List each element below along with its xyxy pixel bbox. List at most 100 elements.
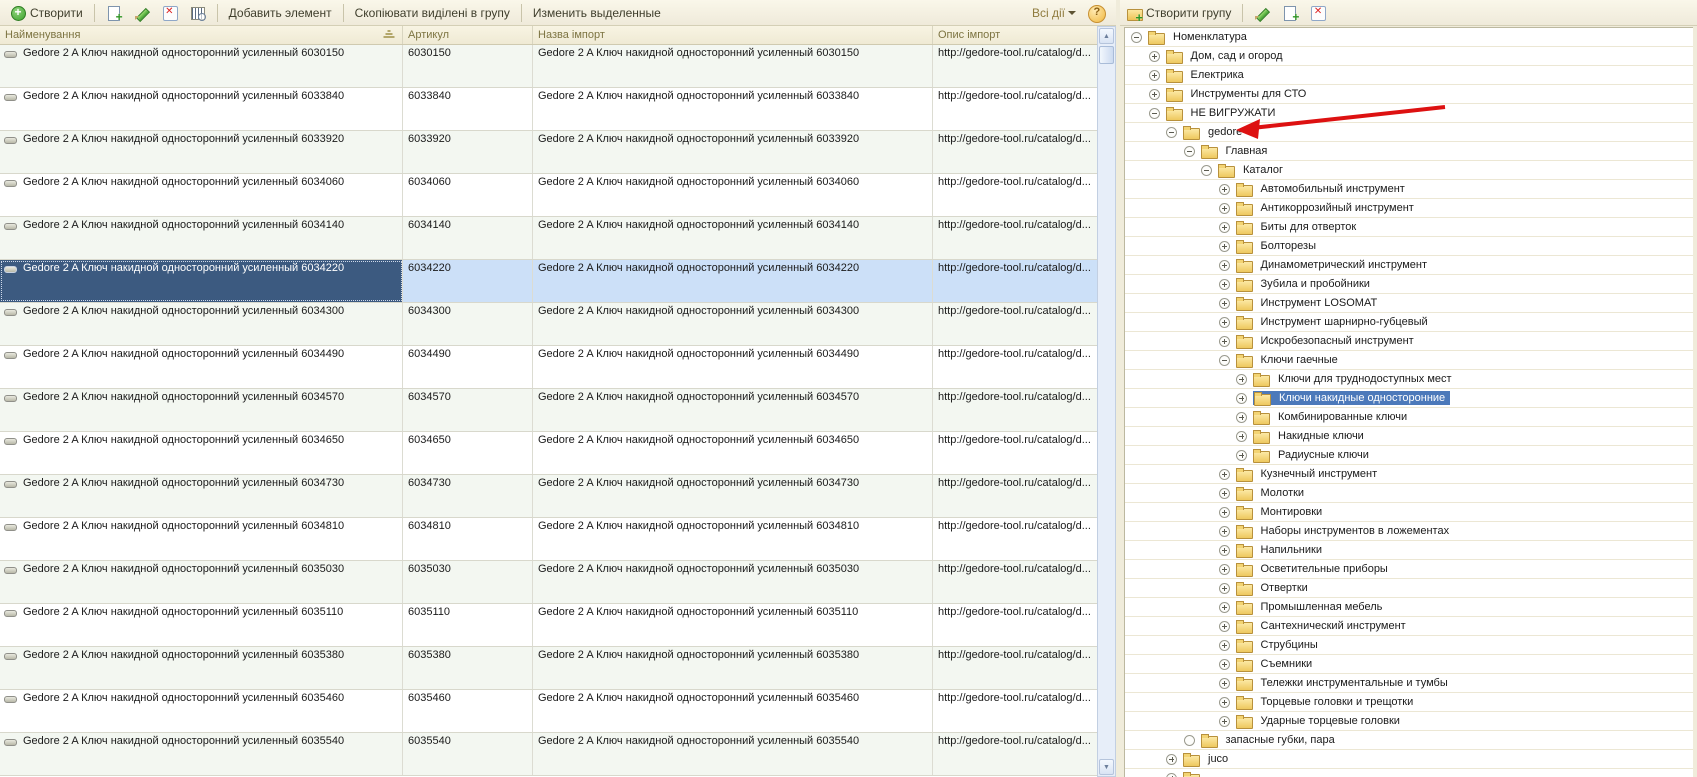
cell-name[interactable]: Gedore 2 A Ключ накидной односторонний у… — [0, 518, 403, 560]
expand-plus-icon[interactable] — [1218, 658, 1230, 670]
edit-item-button[interactable] — [130, 3, 154, 23]
table-row[interactable]: Gedore 2 A Ключ накидной односторонний у… — [0, 518, 1097, 561]
expand-plus-icon[interactable] — [1166, 772, 1177, 777]
tree-item-осветительные-приборы[interactable]: Осветительные приборы — [1125, 560, 1693, 579]
cell-import-desc[interactable]: http://gedore-tool.ru/catalog/d... — [933, 217, 1097, 259]
tree-item-накидные-ключи[interactable]: Накидные ключи — [1125, 427, 1693, 446]
column-header-name[interactable]: Найменування — [0, 26, 403, 44]
cell-import-name[interactable]: Gedore 2 A Ключ накидной односторонний у… — [533, 45, 933, 87]
expand-plus-icon[interactable] — [1218, 620, 1230, 632]
cell-article[interactable]: 6034810 — [403, 518, 533, 560]
panel-splitter[interactable] — [1116, 0, 1120, 777]
tree-item-зубила-и-пробойники[interactable]: Зубила и пробойники — [1125, 275, 1693, 294]
tree-item-номенклатура[interactable]: Номенклатура — [1125, 28, 1693, 47]
cell-article[interactable]: 6034300 — [403, 303, 533, 345]
tree-item-инструмент-шарнирно-губцевый[interactable]: Инструмент шарнирно-губцевый — [1125, 313, 1693, 332]
cell-import-name[interactable]: Gedore 2 A Ключ накидной односторонний у… — [533, 690, 933, 732]
cell-article[interactable]: 6035380 — [403, 647, 533, 689]
cell-import-desc[interactable]: http://gedore-tool.ru/catalog/d... — [933, 88, 1097, 130]
tree-item-монтировки[interactable]: Монтировки — [1125, 503, 1693, 522]
tree-item-отвертки[interactable]: Отвертки — [1125, 579, 1693, 598]
cell-article[interactable]: 6034570 — [403, 389, 533, 431]
tree-item-дом-сад-и-огород[interactable]: Дом, сад и огород — [1125, 47, 1693, 66]
tree-item-молотки[interactable]: Молотки — [1125, 484, 1693, 503]
tree-item-автомобильный-инструмент[interactable]: Автомобильный инструмент — [1125, 180, 1693, 199]
cell-name[interactable]: Gedore 2 A Ключ накидной односторонний у… — [0, 561, 403, 603]
table-row[interactable]: Gedore 2 A Ключ накидной односторонний у… — [0, 346, 1097, 389]
copy-selected-to-group-button[interactable]: Скопіювати виділені в групу — [351, 4, 514, 22]
delete-item-button[interactable] — [158, 3, 182, 23]
cell-article[interactable]: 6034650 — [403, 432, 533, 474]
leaf-circle-icon[interactable] — [1183, 734, 1195, 746]
cell-article[interactable]: 6034220 — [403, 260, 533, 302]
cell-name[interactable]: Gedore 2 A Ключ накидной односторонний у… — [0, 260, 403, 302]
expand-plus-icon[interactable] — [1218, 221, 1230, 233]
cell-import-desc[interactable]: http://gedore-tool.ru/catalog/d... — [933, 690, 1097, 732]
collapse-minus-icon[interactable] — [1183, 145, 1195, 157]
expand-plus-icon[interactable] — [1148, 88, 1160, 100]
tree-item-каталог[interactable]: Каталог — [1125, 161, 1693, 180]
tree-item-запасные-губки-пара[interactable]: запасные губки, пара — [1125, 731, 1693, 750]
create-button[interactable]: Створити — [6, 3, 87, 23]
collapse-minus-icon[interactable] — [1131, 31, 1142, 43]
cell-import-desc[interactable]: http://gedore-tool.ru/catalog/d... — [933, 733, 1097, 775]
table-row[interactable]: Gedore 2 A Ключ накидной односторонний у… — [0, 45, 1097, 88]
cell-import-desc[interactable]: http://gedore-tool.ru/catalog/d... — [933, 518, 1097, 560]
tree-item-съемники[interactable]: Съемники — [1125, 655, 1693, 674]
table-row[interactable]: Gedore 2 A Ключ накидной односторонний у… — [0, 131, 1097, 174]
cell-article[interactable]: 6033920 — [403, 131, 533, 173]
expand-plus-icon[interactable] — [1236, 449, 1247, 461]
cell-import-name[interactable]: Gedore 2 A Ключ накидной односторонний у… — [533, 389, 933, 431]
expand-plus-icon[interactable] — [1218, 487, 1230, 499]
tree-item-ключи-гаечные[interactable]: Ключи гаечные — [1125, 351, 1693, 370]
tree-item-торцевые-головки-и-трещотки[interactable]: Торцевые головки и трещотки — [1125, 693, 1693, 712]
cell-name[interactable]: Gedore 2 A Ключ накидной односторонний у… — [0, 432, 403, 474]
tree-item-искробезопасный-инструмент[interactable]: Искробезопасный инструмент — [1125, 332, 1693, 351]
tree-item-главная[interactable]: Главная — [1125, 142, 1693, 161]
scrollbar-thumb[interactable] — [1099, 46, 1114, 64]
expand-plus-icon[interactable] — [1218, 639, 1230, 651]
table-row[interactable]: Gedore 2 A Ключ накидной односторонний у… — [0, 88, 1097, 131]
cell-article[interactable]: 6030150 — [403, 45, 533, 87]
create-group-button[interactable]: Створити групу — [1122, 3, 1235, 25]
tree-item-инструмент-losomat[interactable]: Инструмент LOSOMAT — [1125, 294, 1693, 313]
cell-import-desc[interactable]: http://gedore-tool.ru/catalog/d... — [933, 475, 1097, 517]
expand-plus-icon[interactable] — [1218, 240, 1230, 252]
expand-plus-icon[interactable] — [1218, 335, 1230, 347]
cell-name[interactable]: Gedore 2 A Ключ накидной односторонний у… — [0, 604, 403, 646]
help-button[interactable] — [1084, 3, 1110, 23]
cell-import-desc[interactable]: http://gedore-tool.ru/catalog/d... — [933, 303, 1097, 345]
table-row[interactable]: Gedore 2 A Ключ накидной односторонний у… — [0, 303, 1097, 346]
expand-plus-icon[interactable] — [1148, 50, 1160, 62]
tree-item-кузнечный-инструмент[interactable]: Кузнечный инструмент — [1125, 465, 1693, 484]
table-row[interactable]: Gedore 2 A Ключ накидной односторонний у… — [0, 432, 1097, 475]
table-row[interactable]: Gedore 2 A Ключ накидной односторонний у… — [0, 217, 1097, 260]
expand-plus-icon[interactable] — [1218, 525, 1230, 537]
cell-name[interactable]: Gedore 2 A Ключ накидной односторонний у… — [0, 647, 403, 689]
cell-import-name[interactable]: Gedore 2 A Ключ накидной односторонний у… — [533, 733, 933, 775]
scroll-up-button[interactable]: ▲ — [1099, 28, 1114, 44]
cell-import-name[interactable]: Gedore 2 A Ключ накидной односторонний у… — [533, 561, 933, 603]
cell-import-name[interactable]: Gedore 2 A Ключ накидной односторонний у… — [533, 432, 933, 474]
cell-import-name[interactable]: Gedore 2 A Ключ накидной односторонний у… — [533, 346, 933, 388]
expand-plus-icon[interactable] — [1218, 696, 1230, 708]
collapse-minus-icon[interactable] — [1218, 354, 1230, 366]
table-row[interactable]: Gedore 2 A Ключ накидной односторонний у… — [0, 733, 1097, 776]
edit-group-button[interactable] — [1250, 3, 1274, 23]
cell-import-name[interactable]: Gedore 2 A Ключ накидной односторонний у… — [533, 303, 933, 345]
tree-item-болторезы[interactable]: Болторезы — [1125, 237, 1693, 256]
expand-plus-icon[interactable] — [1218, 259, 1230, 271]
cell-import-name[interactable]: Gedore 2 A Ключ накидной односторонний у… — [533, 174, 933, 216]
cell-name[interactable]: Gedore 2 A Ключ накидной односторонний у… — [0, 88, 403, 130]
cell-name[interactable]: Gedore 2 A Ключ накидной односторонний у… — [0, 346, 403, 388]
expand-plus-icon[interactable] — [1236, 392, 1247, 404]
tree-item-ключи-накидные-односторонние[interactable]: Ключи накидные односторонние — [1125, 389, 1693, 408]
cell-name[interactable]: Gedore 2 A Ключ накидной односторонний у… — [0, 475, 403, 517]
edit-selected-button[interactable]: Изменить выделенные — [529, 4, 665, 22]
cell-article[interactable]: 6034060 — [403, 174, 533, 216]
cell-import-desc[interactable]: http://gedore-tool.ru/catalog/d... — [933, 389, 1097, 431]
expand-plus-icon[interactable] — [1218, 563, 1230, 575]
tree-item-наборы-инструментов-в-ложементах[interactable]: Наборы инструментов в ложементах — [1125, 522, 1693, 541]
expand-plus-icon[interactable] — [1236, 411, 1247, 423]
expand-plus-icon[interactable] — [1218, 677, 1230, 689]
